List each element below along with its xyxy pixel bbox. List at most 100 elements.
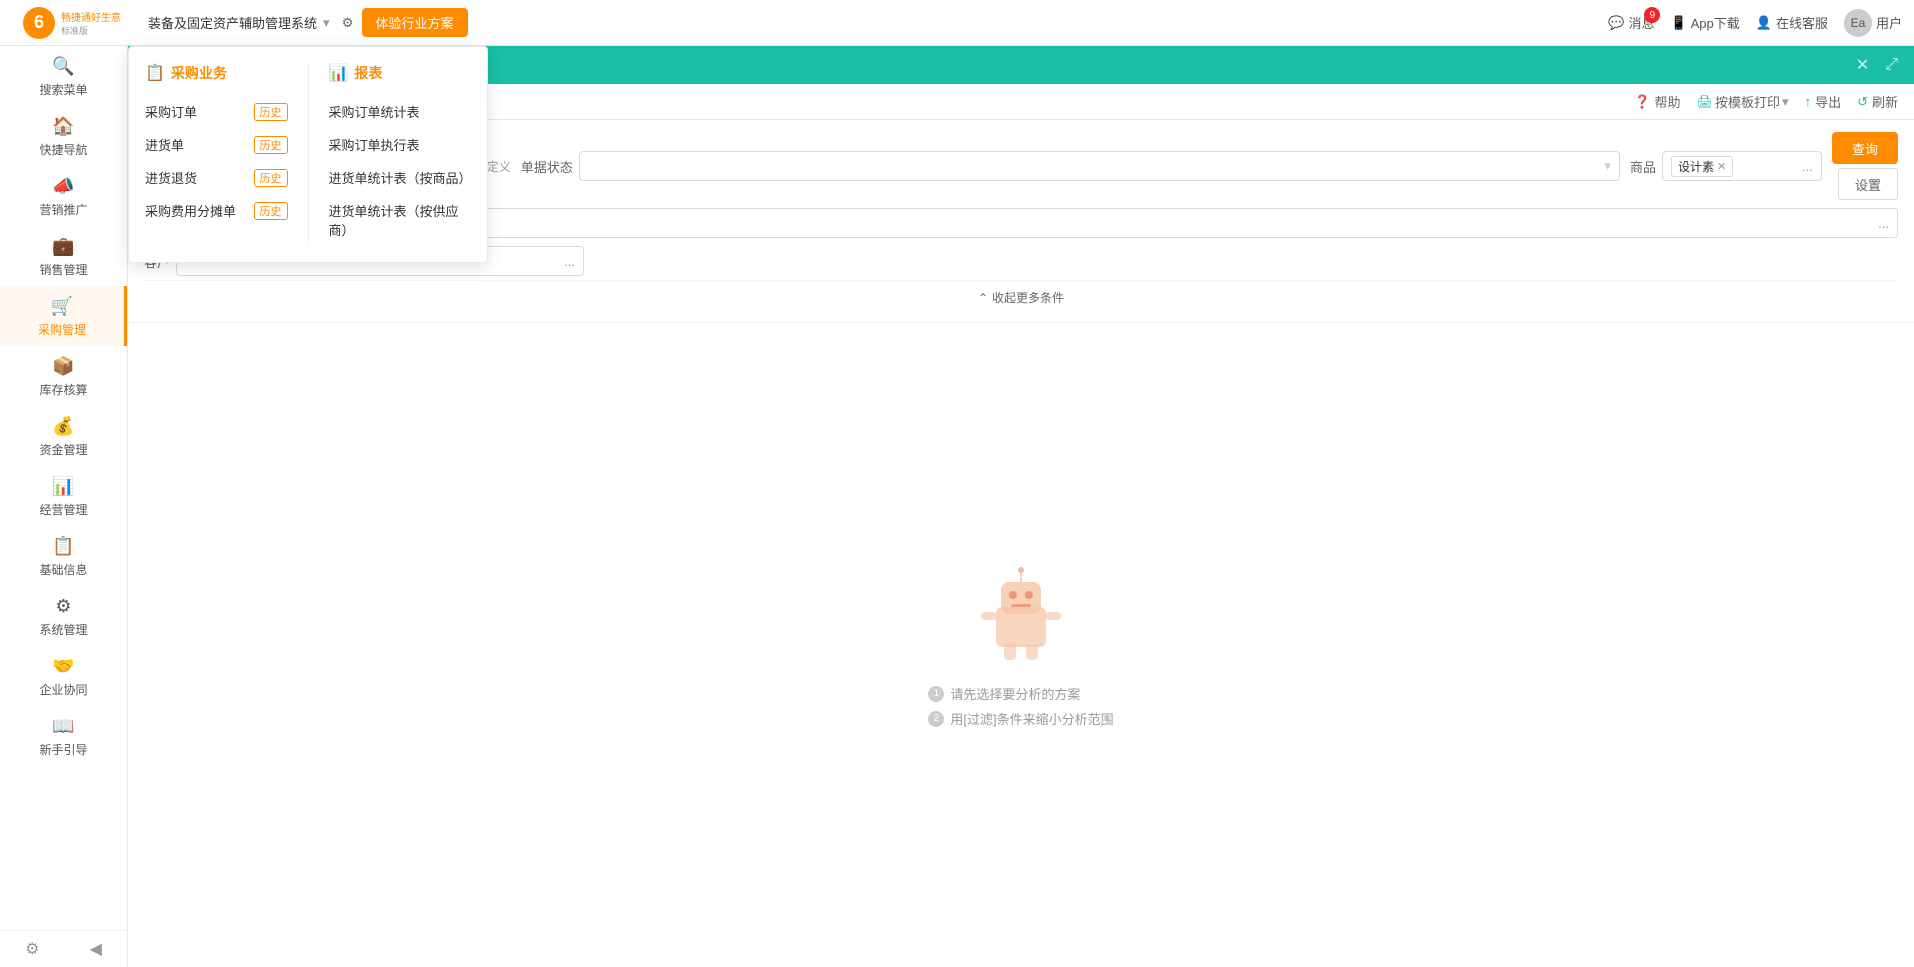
goods-tag: 设计素 ✕ [1671, 156, 1733, 177]
refresh-button[interactable]: ↺ 刷新 [1857, 92, 1898, 111]
user-label: 用户 [1876, 13, 1902, 32]
refresh-icon: ↺ [1857, 94, 1868, 110]
empty-illustration [966, 562, 1076, 672]
set-button[interactable]: 设置 [1838, 168, 1898, 200]
tip2-text: 用[过滤]条件来缩小分析范围 [950, 709, 1113, 728]
goods-select[interactable]: 设计素 ✕ ... [1662, 151, 1822, 181]
print-dropdown-icon: ▾ [1782, 94, 1789, 110]
user-menu-button[interactable]: Ea 用户 [1844, 9, 1902, 37]
status-dropdown-icon: ▾ [1604, 158, 1611, 174]
app-download-button[interactable]: 📱 App下载 [1670, 13, 1739, 32]
logo-sub: 标准版 [61, 24, 121, 37]
sidebar-item-finance-label: 资金管理 [39, 441, 87, 458]
online-service-button[interactable]: 👤 在线客服 [1756, 13, 1828, 32]
dropdown-item-expense[interactable]: 采购费用分摊单 历史 [145, 194, 288, 227]
message-badge: 9 [1644, 7, 1660, 23]
print-button[interactable]: 🖨 按模板打印 ▾ [1697, 92, 1789, 111]
customer-dots[interactable]: ... [564, 254, 575, 269]
sidebar-item-quicknav-label: 快捷导航 [39, 141, 87, 158]
goods-dots[interactable]: ... [1802, 159, 1813, 174]
query-button[interactable]: 查询 [1832, 132, 1898, 164]
dropdown-col-business: 📋 采购业务 采购订单 历史 进货单 历史 进货退货 历史 采购费用分摊单 历史 [145, 63, 288, 246]
system-title: 装备及固定资产辅助管理系统 [148, 13, 317, 32]
help-button[interactable]: ❓ 帮助 [1634, 92, 1680, 111]
sidebar-item-search[interactable]: 🔍 搜索菜单 [0, 46, 127, 106]
logo-icon: 6 [23, 7, 55, 39]
sidebar-item-quicknav[interactable]: 🏠 快捷导航 [0, 106, 127, 166]
sidebar-bottom: ⚙ ◀ [0, 930, 127, 967]
salesman-select[interactable]: ... [437, 208, 1898, 238]
industry-button[interactable]: 体验行业方案 [362, 8, 468, 37]
dropdown-business-title: 📋 采购业务 [145, 63, 288, 83]
sidebar: 🔍 搜索菜单 🏠 快捷导航 📣 营销推广 💼 销售管理 🛒 采购管理 📦 [0, 46, 128, 967]
sidebar-item-guide[interactable]: 📖 新手引导 [0, 706, 127, 766]
export-button[interactable]: ↑ 导出 [1805, 92, 1842, 111]
user-avatar: Ea [1844, 9, 1872, 37]
sidebar-item-sales[interactable]: 💼 销售管理 [0, 226, 127, 286]
sidebar-item-operations[interactable]: 📊 经营管理 [0, 466, 127, 526]
sidebar-item-finance[interactable]: 💰 资金管理 [0, 406, 127, 466]
empty-tip2: 2 用[过滤]条件来缩小分析范围 [928, 709, 1113, 728]
online-service-label: 在线客服 [1776, 13, 1828, 32]
report-col-icon: 📊 [329, 63, 349, 83]
empty-state: 1 请先选择要分析的方案 2 用[过滤]条件来缩小分析范围 [928, 562, 1113, 728]
action-buttons: 查询 设置 [1832, 132, 1898, 200]
sidebar-item-system[interactable]: ⚙ 系统管理 [0, 586, 127, 646]
salesman-dots[interactable]: ... [1878, 216, 1889, 231]
tip1-text: 请先选择要分析的方案 [950, 684, 1080, 703]
dropdown-item-goods-receipt[interactable]: 进货单 历史 [145, 128, 288, 161]
app-icon: 📱 [1670, 15, 1686, 31]
print-icon: 🖨 [1697, 94, 1714, 110]
collapse-sidebar-icon[interactable]: ◀ [90, 939, 102, 959]
dropdown-item-po-stats[interactable]: 采购订单统计表 [329, 95, 472, 128]
dropdown-col-report: 📊 报表 采购订单统计表 采购订单执行表 进货单统计表（按商品） 进货单统计表（… [329, 63, 472, 246]
collapse-label: 收起更多条件 [992, 289, 1064, 306]
purchase-icon: 🛒 [51, 296, 73, 317]
goods-return-label: 进货退货 [145, 168, 197, 187]
logo-area: 6 畅捷通好生意 标准版 [12, 7, 132, 39]
status-select[interactable]: ▾ [579, 151, 1620, 181]
sidebar-item-enterprise[interactable]: 🤝 企业协同 [0, 646, 127, 706]
message-button[interactable]: 💬 消息 9 [1608, 13, 1654, 32]
guide-icon: 📖 [52, 716, 74, 737]
collapse-up-icon: ⌃ [978, 291, 988, 305]
app-download-label: App下载 [1691, 13, 1740, 32]
settings-bottom-icon[interactable]: ⚙ [25, 939, 39, 959]
report-title-text: 报表 [354, 63, 382, 83]
po-exec-label: 采购订单执行表 [329, 135, 420, 154]
receipt-stats-supplier-label: 进货单统计表（按供应商） [329, 201, 472, 239]
expense-history[interactable]: 历史 [254, 202, 288, 220]
tab-bar-close-icon[interactable]: ✕ [1856, 55, 1869, 75]
dropdown-item-goods-return[interactable]: 进货退货 历史 [145, 161, 288, 194]
empty-tip1: 1 请先选择要分析的方案 [928, 684, 1113, 703]
sidebar-item-enterprise-label: 企业协同 [39, 681, 87, 698]
operations-icon: 📊 [52, 476, 74, 497]
sidebar-item-purchase-label: 采购管理 [38, 321, 86, 338]
dropdown-item-receipt-stats-supplier[interactable]: 进货单统计表（按供应商） [329, 194, 472, 246]
collapse-button[interactable]: ⌃ 收起更多条件 [978, 285, 1064, 310]
gear-button[interactable]: ⚙ [334, 9, 362, 37]
step2-num: 2 [928, 711, 944, 727]
sidebar-item-purchase[interactable]: 🛒 采购管理 [0, 286, 127, 346]
sidebar-item-inventory[interactable]: 📦 库存核算 [0, 346, 127, 406]
goods-return-history[interactable]: 历史 [254, 169, 288, 187]
dropdown-item-purchase-order[interactable]: 采购订单 历史 [145, 95, 288, 128]
system-dropdown-icon[interactable]: ▾ [323, 15, 330, 31]
logo-text: 畅捷通好生意 [61, 9, 121, 24]
message-icon: 💬 [1608, 15, 1624, 31]
goods-receipt-history[interactable]: 历史 [254, 136, 288, 154]
dropdown-item-po-exec[interactable]: 采购订单执行表 [329, 128, 472, 161]
sidebar-item-marketing[interactable]: 📣 营销推广 [0, 166, 127, 226]
help-icon: ❓ [1634, 94, 1650, 110]
dropdown-item-receipt-stats-product[interactable]: 进货单统计表（按商品） [329, 161, 472, 194]
purchase-order-history[interactable]: 历史 [254, 103, 288, 121]
sidebar-item-basic[interactable]: 📋 基础信息 [0, 526, 127, 586]
print-label: 按模板打印 [1715, 92, 1780, 111]
tab-bar-expand-icon[interactable]: ⤢ [1885, 56, 1898, 74]
goods-tag-remove[interactable]: ✕ [1717, 160, 1726, 173]
home-icon: 🏠 [52, 116, 74, 137]
goods-label: 商品 [1630, 157, 1656, 176]
step1-num: 1 [928, 686, 944, 702]
export-icon: ↑ [1805, 94, 1812, 109]
receipt-stats-product-label: 进货单统计表（按商品） [329, 168, 472, 187]
